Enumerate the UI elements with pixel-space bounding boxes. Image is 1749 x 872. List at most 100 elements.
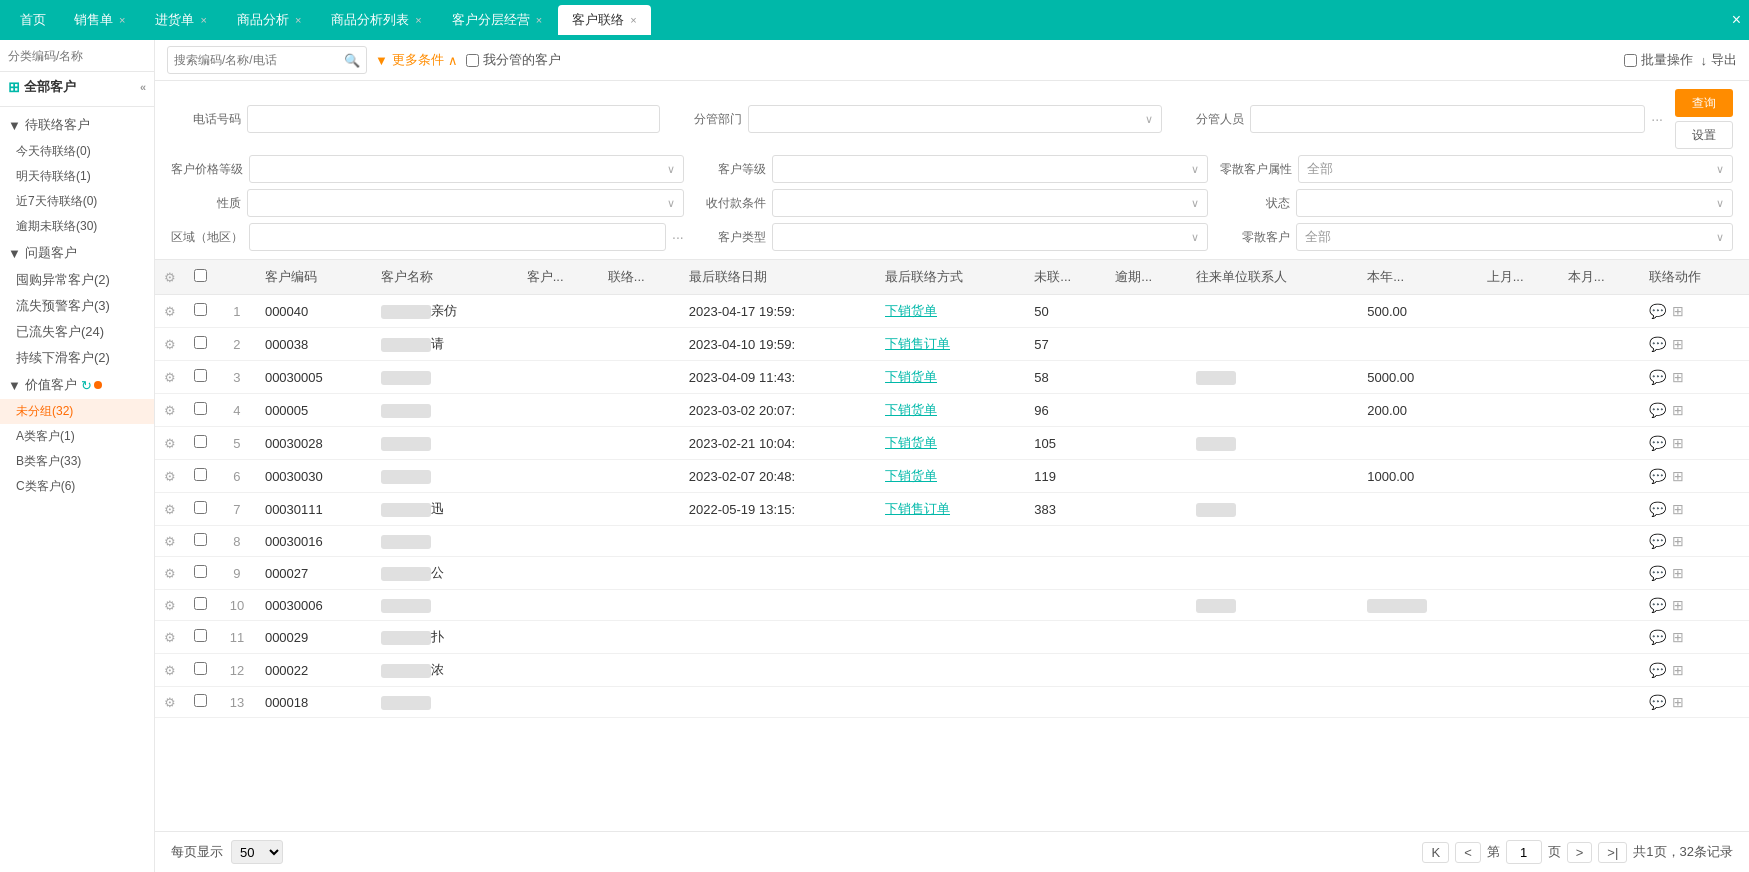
contact-icon[interactable]: 💬 [1649, 694, 1666, 710]
contact-icon[interactable]: 💬 [1649, 435, 1666, 451]
tab-customer-mgmt-close[interactable]: × [536, 14, 542, 26]
col-last-date[interactable]: 最后联络日期 [683, 260, 879, 295]
nav-home[interactable]: 首页 [8, 11, 58, 29]
close-window-icon[interactable]: × [1732, 11, 1741, 29]
filter-region-input[interactable] [249, 223, 666, 251]
row-checkbox[interactable] [194, 468, 207, 481]
tab-customer-contact[interactable]: 客户联络 × [558, 5, 650, 35]
batch-op-checkbox[interactable] [1624, 54, 1637, 67]
search-icon[interactable]: 🔍 [344, 53, 360, 68]
search-input[interactable] [174, 53, 340, 67]
col-customer-name[interactable]: 客户名称 [375, 260, 521, 295]
last-method-link[interactable]: 下销货单 [885, 303, 937, 318]
filter-customer-type-select[interactable]: ∨ [772, 223, 1209, 251]
row-checkbox[interactable] [194, 303, 207, 316]
more-icon[interactable]: ⊞ [1672, 533, 1684, 549]
sidebar-group-problem[interactable]: ▼ 问题客户 [0, 239, 154, 267]
filter-retail-attr-select[interactable]: 全部 ∨ [1298, 155, 1733, 183]
row-settings[interactable]: ⚙ [155, 687, 185, 718]
filter-status-select[interactable]: ∨ [1296, 189, 1733, 217]
more-icon[interactable]: ⊞ [1672, 694, 1684, 710]
last-method-link[interactable]: 下销货单 [885, 402, 937, 417]
sidebar-group-pending[interactable]: ▼ 待联络客户 [0, 111, 154, 139]
filter-region-ellipsis[interactable]: ··· [672, 229, 684, 245]
more-icon[interactable]: ⊞ [1672, 501, 1684, 517]
contact-icon[interactable]: 💬 [1649, 533, 1666, 549]
contact-icon[interactable]: 💬 [1649, 629, 1666, 645]
filter-nature-select[interactable]: ∨ [247, 189, 684, 217]
col-last-method[interactable]: 最后联络方式 [879, 260, 1028, 295]
more-icon[interactable]: ⊞ [1672, 629, 1684, 645]
row-settings[interactable]: ⚙ [155, 526, 185, 557]
more-icon[interactable]: ⊞ [1672, 565, 1684, 581]
sidebar-search-input[interactable] [8, 49, 155, 63]
more-icon[interactable]: ⊞ [1672, 303, 1684, 319]
tab-customer-contact-close[interactable]: × [630, 14, 636, 26]
filter-price-level-select[interactable]: ∨ [249, 155, 684, 183]
tab-purchase[interactable]: 进货单 × [141, 5, 220, 35]
row-settings[interactable]: ⚙ [155, 654, 185, 687]
row-checkbox[interactable] [194, 435, 207, 448]
row-checkbox[interactable] [194, 629, 207, 642]
row-checkbox[interactable] [194, 565, 207, 578]
next-page-button[interactable]: > [1567, 842, 1593, 863]
more-icon[interactable]: ⊞ [1672, 336, 1684, 352]
col-contact[interactable]: 联络... [602, 260, 683, 295]
last-method-link[interactable]: 下销货单 [885, 468, 937, 483]
reset-button[interactable]: 设置 [1675, 121, 1733, 149]
last-method-link[interactable]: 下销售订单 [885, 336, 950, 351]
sidebar-item-type-a[interactable]: A类客户(1) [0, 424, 154, 449]
col-no-contact[interactable]: 未联... [1028, 260, 1109, 295]
col-overdue[interactable]: 逾期... [1109, 260, 1190, 295]
sidebar-group-value[interactable]: ▼ 价值客户 ↻ [0, 371, 154, 399]
tab-sales-close[interactable]: × [119, 14, 125, 26]
sidebar-item-declining[interactable]: 持续下滑客户(2) [0, 345, 154, 371]
col-company-contact[interactable]: 往来单位联系人 [1190, 260, 1361, 295]
row-settings[interactable]: ⚙ [155, 427, 185, 460]
tab-purchase-close[interactable]: × [200, 14, 206, 26]
first-page-button[interactable]: K [1422, 842, 1449, 863]
contact-icon[interactable]: 💬 [1649, 501, 1666, 517]
more-icon[interactable]: ⊞ [1672, 435, 1684, 451]
filter-customer-level-select[interactable]: ∨ [772, 155, 1209, 183]
tab-product-analysis[interactable]: 商品分析 × [223, 5, 315, 35]
more-icon[interactable]: ⊞ [1672, 468, 1684, 484]
tab-product-analysis-list[interactable]: 商品分析列表 × [317, 5, 435, 35]
contact-icon[interactable]: 💬 [1649, 565, 1666, 581]
row-settings[interactable]: ⚙ [155, 557, 185, 590]
row-settings[interactable]: ⚙ [155, 493, 185, 526]
more-icon[interactable]: ⊞ [1672, 402, 1684, 418]
last-page-button[interactable]: >| [1598, 842, 1627, 863]
tab-sales[interactable]: 销售单 × [60, 5, 139, 35]
row-checkbox[interactable] [194, 533, 207, 546]
col-last-month[interactable]: 上月... [1481, 260, 1562, 295]
page-size-select[interactable]: 50 20 100 [231, 840, 283, 864]
sidebar-item-type-b[interactable]: B类客户(33) [0, 449, 154, 474]
row-checkbox[interactable] [194, 662, 207, 675]
row-settings[interactable]: ⚙ [155, 394, 185, 427]
contact-icon[interactable]: 💬 [1649, 468, 1666, 484]
page-number-input[interactable] [1506, 840, 1542, 864]
more-icon[interactable]: ⊞ [1672, 662, 1684, 678]
tab-customer-mgmt[interactable]: 客户分层经营 × [438, 5, 556, 35]
prev-page-button[interactable]: < [1455, 842, 1481, 863]
more-icon[interactable]: ⊞ [1672, 369, 1684, 385]
row-settings[interactable]: ⚙ [155, 621, 185, 654]
filter-dept-select[interactable]: ∨ [748, 105, 1161, 133]
sidebar-item-churn-warning[interactable]: 流失预警客户(3) [0, 293, 154, 319]
row-checkbox[interactable] [194, 369, 207, 382]
contact-icon[interactable]: 💬 [1649, 303, 1666, 319]
row-checkbox[interactable] [194, 336, 207, 349]
sidebar-item-type-c[interactable]: C类客户(6) [0, 474, 154, 499]
filter-payment-select[interactable]: ∨ [772, 189, 1209, 217]
last-method-link[interactable]: 下销货单 [885, 435, 937, 450]
filter-phone-input[interactable] [247, 105, 660, 133]
row-checkbox[interactable] [194, 694, 207, 707]
contact-icon[interactable]: 💬 [1649, 597, 1666, 613]
sidebar-item-hoarding[interactable]: 囤购异常客户(2) [0, 267, 154, 293]
tab-product-analysis-list-close[interactable]: × [415, 14, 421, 26]
contact-icon[interactable]: 💬 [1649, 402, 1666, 418]
col-customer-type[interactable]: 客户... [521, 260, 602, 295]
row-checkbox[interactable] [194, 597, 207, 610]
refresh-icon[interactable]: ↻ [81, 378, 92, 393]
